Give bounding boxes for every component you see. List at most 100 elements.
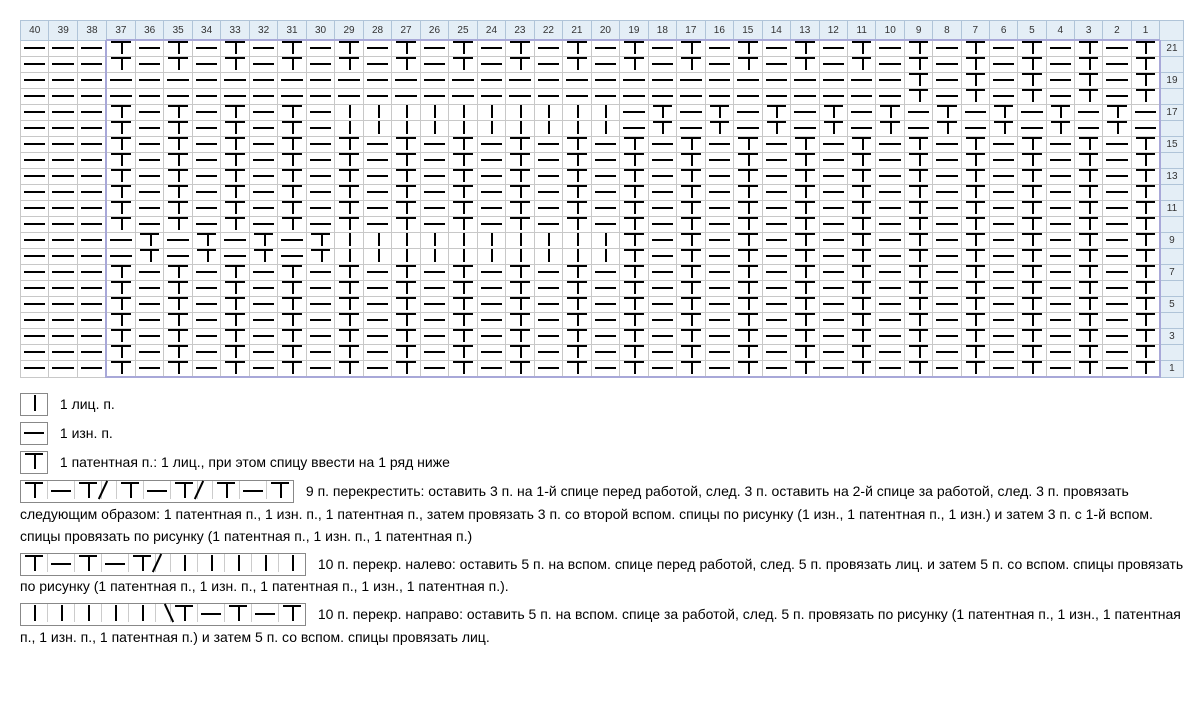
stitch-cell: [648, 265, 676, 281]
stitch-cell: [306, 57, 334, 73]
col-header: 17: [677, 21, 705, 41]
row-label: 1: [1160, 361, 1184, 378]
stitch-cell: [1103, 281, 1131, 297]
stitch-cell: [135, 153, 163, 169]
stitch-cell: [648, 137, 676, 153]
stitch-cell: [762, 137, 790, 153]
stitch-cell: [477, 169, 505, 185]
stitch-cell: [335, 345, 363, 361]
stitch-cell: [677, 297, 705, 313]
legend-cable10R: 10 п. перекр. направо: оставить 5 п. на …: [20, 603, 1184, 648]
stitch-cell: [904, 313, 932, 329]
col-header: 38: [77, 21, 106, 41]
stitch-cell: [335, 169, 363, 185]
stitch-cell: [1046, 361, 1074, 378]
stitch-cell: [762, 361, 790, 378]
stitch-cell: [563, 329, 591, 345]
stitch-cell: [449, 313, 477, 329]
stitch-cell: [1074, 40, 1102, 57]
stitch-cell: [762, 265, 790, 281]
stitch-cell: [278, 345, 306, 361]
stitch-cell: [363, 345, 391, 361]
stitch-cell: [734, 297, 762, 313]
stitch-cell: [534, 105, 562, 121]
stitch-cell: [363, 249, 391, 265]
stitch-cell: [1103, 40, 1131, 57]
stitch-cell: [135, 281, 163, 297]
stitch-cell: [77, 89, 106, 105]
stitch-cell: [1074, 217, 1102, 233]
stitch-cell: [363, 153, 391, 169]
stitch-cell: [106, 281, 135, 297]
stitch-cell: [1018, 329, 1046, 345]
stitch-cell: [106, 297, 135, 313]
stitch-cell: [392, 105, 420, 121]
stitch-cell: [335, 201, 363, 217]
stitch-cell: [77, 265, 106, 281]
stitch-cell: [1131, 281, 1160, 297]
stitch-cell: [677, 249, 705, 265]
stitch-cell: [762, 201, 790, 217]
stitch-cell: [989, 137, 1017, 153]
stitch-cell: [1046, 105, 1074, 121]
stitch-cell: [1018, 73, 1046, 89]
stitch-cell: [734, 121, 762, 137]
stitch-cell: [392, 313, 420, 329]
stitch-cell: [449, 345, 477, 361]
stitch-cell: [1131, 137, 1160, 153]
stitch-cell: [249, 329, 277, 345]
stitch-cell: [648, 105, 676, 121]
stitch-cell: [306, 89, 334, 105]
stitch-cell: [1103, 329, 1131, 345]
stitch-cell: [819, 201, 847, 217]
col-header: 30: [306, 21, 334, 41]
stitch-cell: [961, 233, 989, 249]
stitch-cell: [762, 233, 790, 249]
stitch-cell: [221, 281, 249, 297]
stitch-cell: [420, 89, 448, 105]
stitch-cell: [77, 105, 106, 121]
stitch-cell: [876, 297, 904, 313]
stitch-cell: [1046, 153, 1074, 169]
stitch-cell: [135, 40, 163, 57]
col-header: 9: [904, 21, 932, 41]
stitch-cell: [734, 153, 762, 169]
stitch-cell: [278, 361, 306, 378]
stitch-cell: [506, 345, 534, 361]
stitch-cell: [306, 217, 334, 233]
stitch-cell: [876, 89, 904, 105]
stitch-cell: [591, 121, 619, 137]
stitch-cell: [1103, 89, 1131, 105]
stitch-cell: [249, 281, 277, 297]
stitch-cell: [534, 201, 562, 217]
col-header: 20: [591, 21, 619, 41]
stitch-cell: [791, 137, 819, 153]
stitch-cell: [904, 329, 932, 345]
stitch-cell: [904, 121, 932, 137]
stitch-cell: [734, 361, 762, 378]
stitch-cell: [249, 169, 277, 185]
stitch-cell: [534, 153, 562, 169]
stitch-cell: [363, 265, 391, 281]
stitch-cell: [21, 217, 49, 233]
stitch-cell: [21, 201, 49, 217]
stitch-cell: [106, 89, 135, 105]
stitch-cell: [989, 217, 1017, 233]
stitch-cell: [249, 105, 277, 121]
stitch-cell: [77, 297, 106, 313]
stitch-cell: [392, 153, 420, 169]
stitch-cell: [363, 121, 391, 137]
stitch-cell: [904, 345, 932, 361]
stitch-cell: [164, 89, 192, 105]
stitch-cell: [477, 265, 505, 281]
stitch-cell: [221, 265, 249, 281]
stitch-cell: [734, 313, 762, 329]
stitch-cell: [876, 233, 904, 249]
stitch-cell: [449, 121, 477, 137]
stitch-cell: [1046, 40, 1074, 57]
stitch-cell: [221, 73, 249, 89]
stitch-cell: [534, 57, 562, 73]
stitch-cell: [1074, 185, 1102, 201]
col-header: 26: [420, 21, 448, 41]
stitch-cell: [477, 281, 505, 297]
